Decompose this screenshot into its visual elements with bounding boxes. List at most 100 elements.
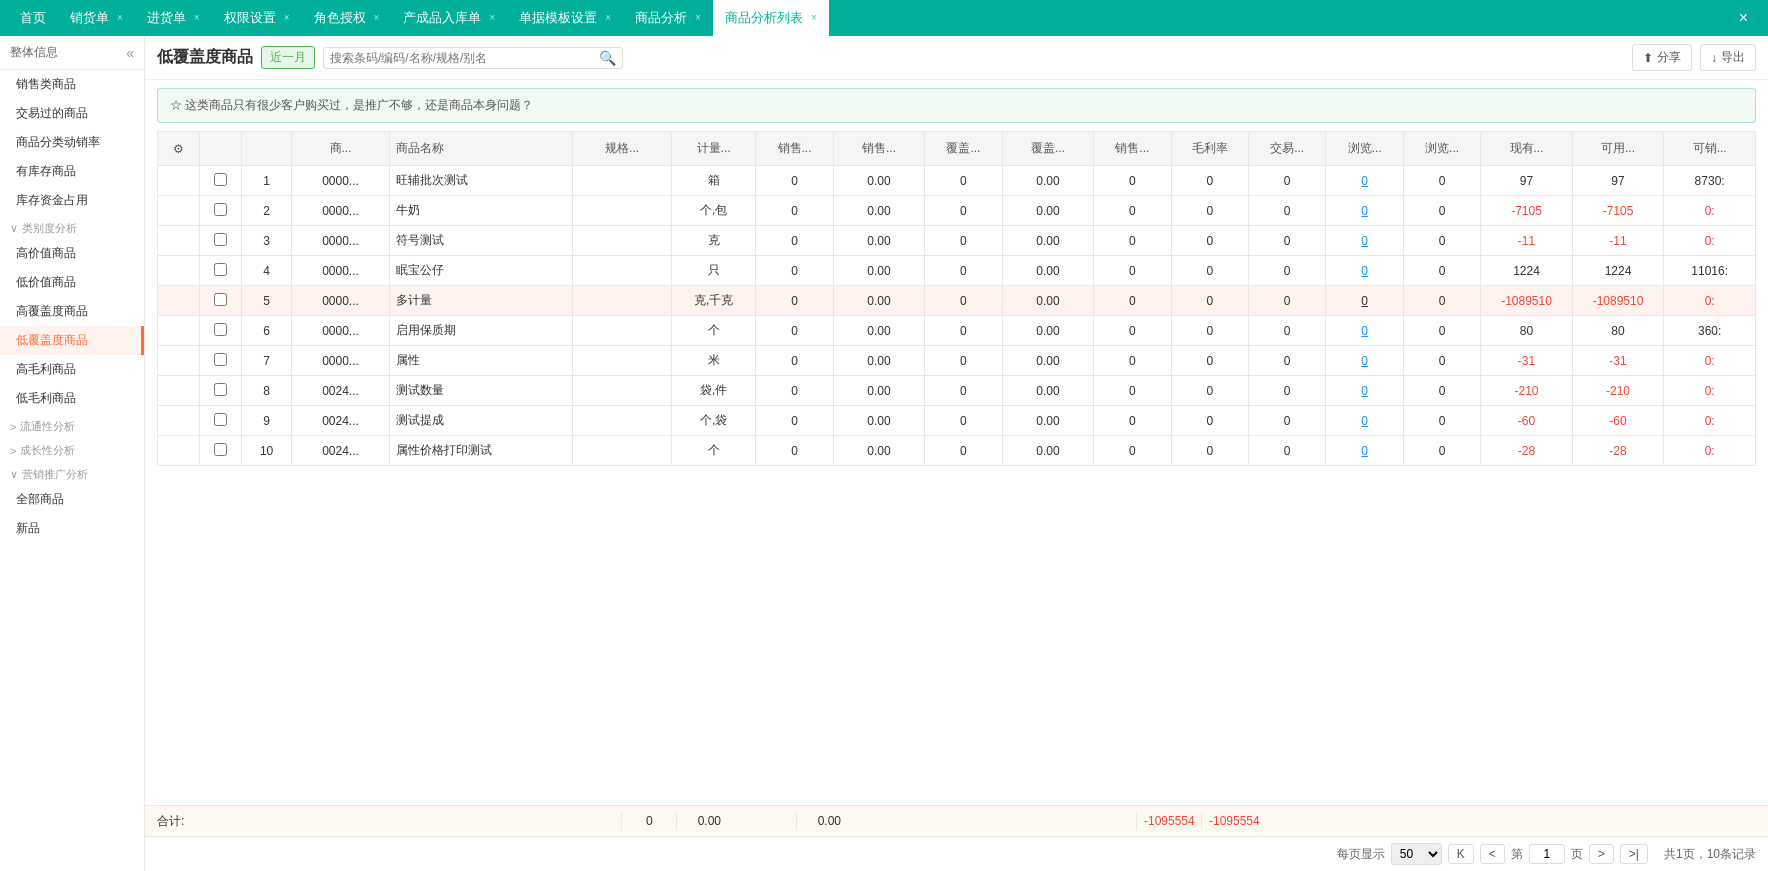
prev-page-button[interactable]: <: [1480, 844, 1505, 864]
browse1-cell[interactable]: 0: [1326, 346, 1403, 376]
page-number-input[interactable]: [1529, 844, 1565, 864]
sidebar-item-high-gross[interactable]: 高毛利商品: [0, 355, 144, 384]
sidebar-item-low-gross[interactable]: 低毛利商品: [0, 384, 144, 413]
saleable-cell: 0:: [1664, 196, 1756, 226]
name-column-header[interactable]: 商品名称: [390, 132, 573, 166]
cover1-cell: 0: [925, 376, 1002, 406]
first-page-button[interactable]: K: [1448, 844, 1474, 864]
code-column-header[interactable]: 商...: [291, 132, 390, 166]
checkbox-cell[interactable]: [200, 196, 242, 226]
checkbox-cell[interactable]: [200, 286, 242, 316]
search-input[interactable]: [330, 51, 599, 65]
checkbox-cell[interactable]: [200, 406, 242, 436]
browse1-cell[interactable]: 0: [1326, 316, 1403, 346]
sidebar-item-inventory-capital[interactable]: 库存资金占用: [0, 186, 144, 215]
checkbox-cell[interactable]: [200, 436, 242, 466]
nav-product-inbound[interactable]: 产成品入库单 ×: [391, 0, 507, 36]
sidebar-group-growth[interactable]: > 成长性分析: [0, 437, 144, 461]
checkbox-cell[interactable]: [200, 226, 242, 256]
close-icon[interactable]: ×: [374, 0, 380, 36]
browse1-cell[interactable]: 0: [1326, 286, 1403, 316]
spec-column-header[interactable]: 规格...: [573, 132, 672, 166]
last-page-button[interactable]: >|: [1620, 844, 1648, 864]
browse1-cell[interactable]: 0: [1326, 256, 1403, 286]
browse1-cell[interactable]: 0: [1326, 436, 1403, 466]
close-icon[interactable]: ×: [194, 0, 200, 36]
close-icon[interactable]: ×: [489, 0, 495, 36]
checkbox-cell[interactable]: [200, 316, 242, 346]
browse1-cell[interactable]: 0: [1326, 406, 1403, 436]
close-icon[interactable]: ×: [284, 0, 290, 36]
unit-column-header[interactable]: 计量...: [671, 132, 755, 166]
close-icon[interactable]: ×: [117, 0, 123, 36]
sales1-cell: 0: [756, 286, 833, 316]
settings-cell: [158, 226, 200, 256]
sidebar-item-category-sales-rate[interactable]: 商品分类动销率: [0, 128, 144, 157]
current-column-header[interactable]: 现有...: [1481, 132, 1573, 166]
browse1-column-header[interactable]: 浏览...: [1326, 132, 1403, 166]
browse2-cell: 0: [1403, 316, 1480, 346]
window-close-button[interactable]: ×: [1727, 9, 1760, 27]
browse1-cell[interactable]: 0: [1326, 196, 1403, 226]
close-icon[interactable]: ×: [605, 0, 611, 36]
browse1-cell[interactable]: 0: [1326, 376, 1403, 406]
sidebar-item-high-coverage[interactable]: 高覆盖度商品: [0, 297, 144, 326]
nav-template-settings[interactable]: 单据模板设置 ×: [507, 0, 623, 36]
settings-column-header[interactable]: ⚙: [158, 132, 200, 166]
sidebar-item-stocked-goods[interactable]: 有库存商品: [0, 157, 144, 186]
sidebar-collapse-button[interactable]: «: [126, 45, 134, 61]
sidebar-item-low-value[interactable]: 低价值商品: [0, 268, 144, 297]
sidebar-group-circulation[interactable]: > 流通性分析: [0, 413, 144, 437]
close-icon[interactable]: ×: [695, 0, 701, 36]
nav-purchase-order[interactable]: 进货单 ×: [135, 0, 212, 36]
nav-permission-settings[interactable]: 权限设置 ×: [212, 0, 302, 36]
export-button[interactable]: ↓ 导出: [1700, 44, 1756, 71]
checkbox-cell[interactable]: [200, 346, 242, 376]
nav-sales-order[interactable]: 销货单 ×: [58, 0, 135, 36]
sales2-column-header[interactable]: 销售...: [833, 132, 925, 166]
next-page-button[interactable]: >: [1589, 844, 1614, 864]
cover2-column-header[interactable]: 覆盖...: [1002, 132, 1094, 166]
browse1-cell[interactable]: 0: [1326, 226, 1403, 256]
page-size-select[interactable]: 50 20 100 200: [1391, 843, 1442, 865]
gross-rate-column-header[interactable]: 毛利率: [1171, 132, 1248, 166]
close-icon[interactable]: ×: [811, 0, 817, 36]
sidebar-item-sales-goods[interactable]: 销售类商品: [0, 70, 144, 99]
table-row: 8 0024... 测试数量 袋,件 0 0.00 0 0.00 0 0 0 0…: [158, 376, 1756, 406]
share-button[interactable]: ⬆ 分享: [1632, 44, 1692, 71]
sales2-cell: 0.00: [833, 316, 925, 346]
date-filter-button[interactable]: 近一月: [261, 46, 315, 69]
sidebar-item-new-goods[interactable]: 新品: [0, 514, 144, 543]
sidebar-item-high-value[interactable]: 高价值商品: [0, 239, 144, 268]
available-column-header[interactable]: 可用...: [1572, 132, 1664, 166]
search-icon[interactable]: 🔍: [599, 50, 616, 66]
sidebar-item-all-goods[interactable]: 全部商品: [0, 485, 144, 514]
settings-cell: [158, 316, 200, 346]
saleable-column-header[interactable]: 可销...: [1664, 132, 1756, 166]
sidebar-group-category-analysis[interactable]: ∨ 类别度分析: [0, 215, 144, 239]
table-row: 10 0024... 属性价格打印测试 个 0 0.00 0 0.00 0 0 …: [158, 436, 1756, 466]
salesN-column-header[interactable]: 销售...: [1094, 132, 1171, 166]
browse2-cell: 0: [1403, 286, 1480, 316]
nav-role-auth[interactable]: 角色授权 ×: [302, 0, 392, 36]
browse1-cell[interactable]: 0: [1326, 166, 1403, 196]
sales1-column-header[interactable]: 销售...: [756, 132, 833, 166]
settings-cell: [158, 376, 200, 406]
browse2-cell: 0: [1403, 226, 1480, 256]
nav-home[interactable]: 首页: [8, 0, 58, 36]
checkbox-cell[interactable]: [200, 376, 242, 406]
checkbox-cell[interactable]: [200, 166, 242, 196]
sidebar-group-marketing[interactable]: ∨ 营销推广分析: [0, 461, 144, 485]
trade-column-header[interactable]: 交易...: [1249, 132, 1326, 166]
cover1-column-header[interactable]: 覆盖...: [925, 132, 1002, 166]
table-row: 4 0000... 眠宝公仔 只 0 0.00 0 0.00 0 0 0 0 0…: [158, 256, 1756, 286]
unit-cell: 箱: [671, 166, 755, 196]
main-layout: 整体信息 « 销售类商品 交易过的商品 商品分类动销率 有库存商品 库存资金占用…: [0, 36, 1768, 871]
saleable-cell: 0:: [1664, 376, 1756, 406]
browse2-column-header[interactable]: 浏览...: [1403, 132, 1480, 166]
sidebar-item-traded-goods[interactable]: 交易过的商品: [0, 99, 144, 128]
nav-product-analysis-list[interactable]: 商品分析列表 ×: [713, 0, 829, 36]
checkbox-cell[interactable]: [200, 256, 242, 286]
sidebar-item-low-coverage[interactable]: 低覆盖度商品: [0, 326, 144, 355]
nav-product-analysis[interactable]: 商品分析 ×: [623, 0, 713, 36]
